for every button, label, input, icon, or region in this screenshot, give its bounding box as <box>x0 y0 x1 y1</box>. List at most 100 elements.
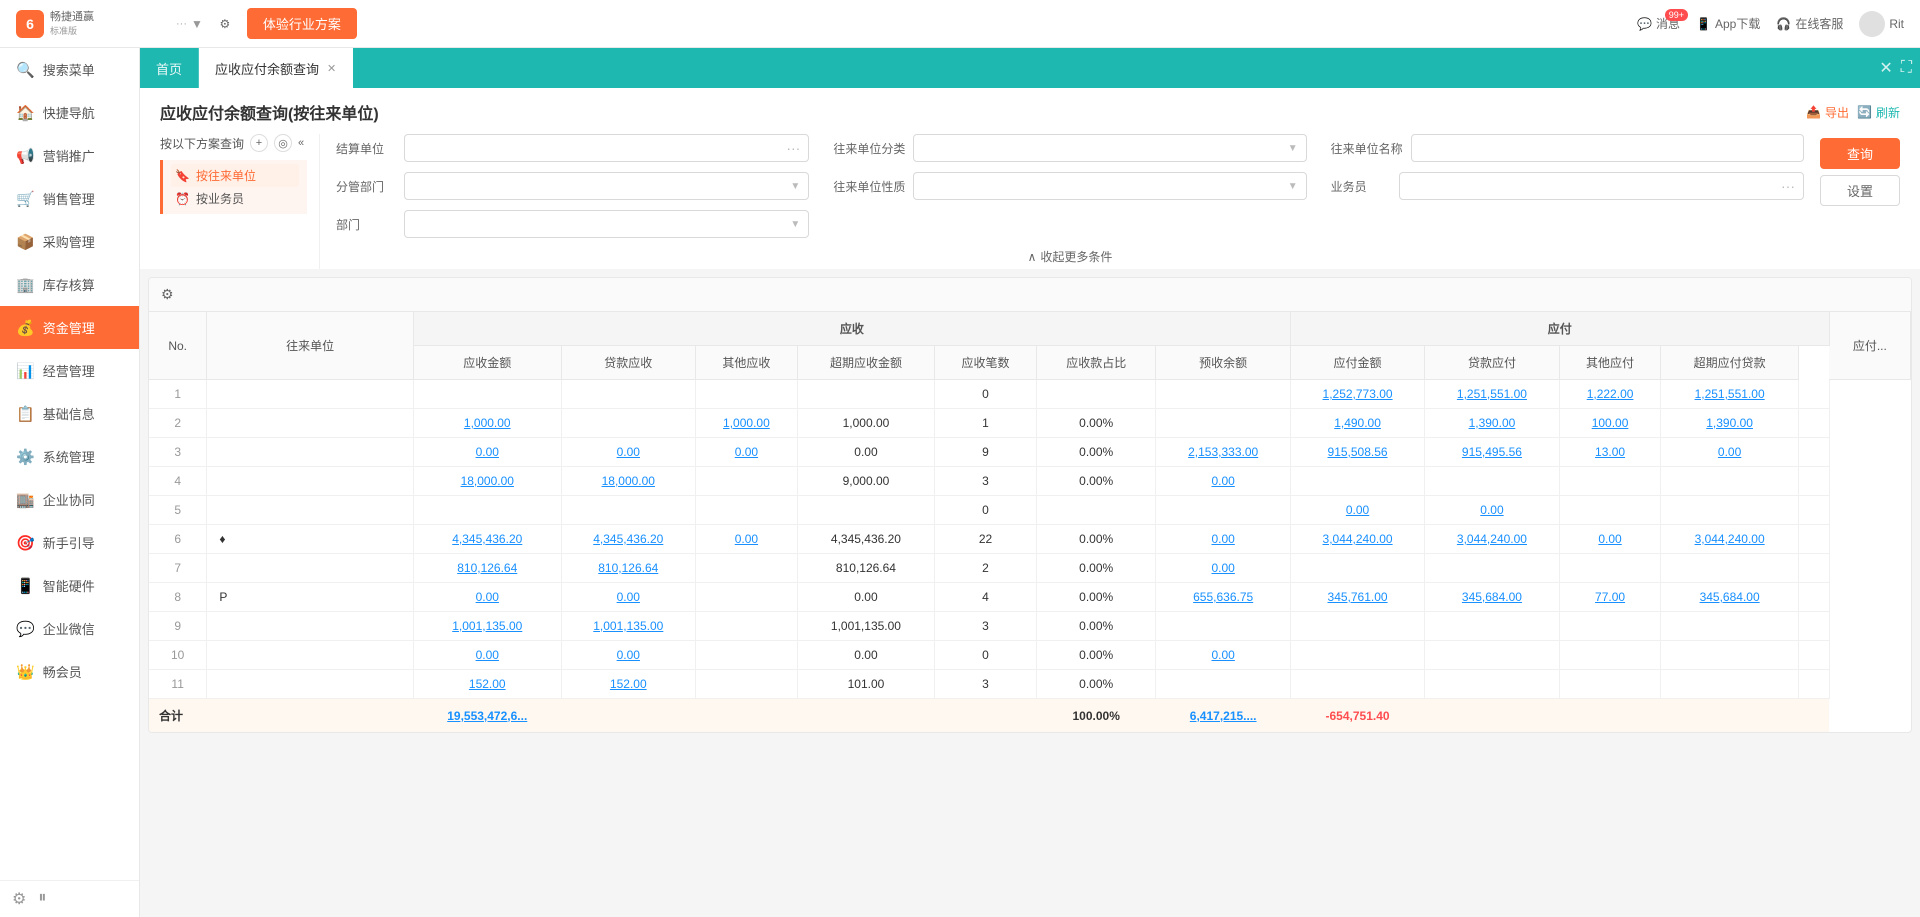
table-row: 21,000.001,000.001,000.0010.00%1,490.001… <box>149 409 1911 438</box>
sidebar-collapse-icon[interactable]: ⏸ <box>38 889 46 909</box>
chevron-down-icon: ▼ <box>1288 143 1298 154</box>
edit-scheme-button[interactable]: ◎ <box>274 134 292 152</box>
logo-text-group: 畅捷通赢 标准版 <box>50 10 94 37</box>
table-scroll[interactable]: No. 往来单位 应收 应付 应付... 应收金额 贷款应收 其他应收 超期应收… <box>149 312 1911 732</box>
refresh-button[interactable]: 🔄 刷新 <box>1857 104 1900 121</box>
setting-button[interactable]: 设置 <box>1820 175 1900 206</box>
logo-area: 6 畅捷通赢 标准版 <box>16 10 156 38</box>
sidebar-label: 销售管理 <box>43 189 95 208</box>
scheme-item-salesman[interactable]: ⏰ 按业务员 <box>171 187 299 210</box>
sidebar-item-sales[interactable]: 🛒 销售管理 <box>0 177 139 220</box>
app-download-button[interactable]: 📱 App下载 <box>1696 15 1760 32</box>
solution-button[interactable]: 体验行业方案 <box>247 8 357 39</box>
table-row: 418,000.0018,000.009,000.0030.00%0.00 <box>149 467 1911 496</box>
sidebar-item-enterprise[interactable]: 🏬 企业协同 <box>0 478 139 521</box>
tab-close-icon[interactable]: ✕ <box>327 62 336 75</box>
scheme-header: 按以下方案查询 + ◎ « <box>160 134 307 152</box>
dots-icon: ··· <box>786 140 800 156</box>
col-ar-group: 应收 <box>413 312 1290 346</box>
sidebar-gear-icon[interactable]: ⚙ <box>12 889 26 909</box>
user-area[interactable]: Rit <box>1859 11 1904 37</box>
table-row: 101,252,773.001,251,551.001,222.001,251,… <box>149 380 1911 409</box>
chevron-down-icon-2: ▼ <box>790 181 800 192</box>
table-row: 30.000.000.000.0090.00%2,153,333.00915,5… <box>149 438 1911 467</box>
sidebar-label: 经营管理 <box>43 361 95 380</box>
sidebar-item-inventory[interactable]: 🏢 库存核算 <box>0 263 139 306</box>
col-ap-group: 应付 <box>1290 312 1829 346</box>
sidebar-item-quick-nav[interactable]: 🏠 快捷导航 <box>0 91 139 134</box>
sidebar-item-basic-info[interactable]: 📋 基础信息 <box>0 392 139 435</box>
footer-ar-prepay[interactable]: 6,417,215.... <box>1156 699 1290 733</box>
partner-name-label: 往来单位名称 <box>1331 140 1403 157</box>
partner-name-input[interactable] <box>1411 134 1804 162</box>
settings-gear-icon[interactable]: ⚙ <box>211 10 239 38</box>
sidebar-item-purchase[interactable]: 📦 采购管理 <box>0 220 139 263</box>
field-dept-manager: 分管部门 ▼ <box>336 172 809 200</box>
messages-badge: 99+ <box>1665 9 1688 21</box>
partner-nature-label: 往来单位性质 <box>833 178 905 195</box>
sidebar-label: 企业协同 <box>43 490 95 509</box>
partner-nature-input[interactable]: ▼ <box>913 172 1306 200</box>
scheme-selector: 按以下方案查询 + ◎ « 🔖 按往来单位 ⏰ 按业务员 <box>160 134 320 269</box>
collapse-scheme-icon[interactable]: « <box>298 137 304 149</box>
col-ap-overdue: 超期应付贷款 <box>1661 346 1798 380</box>
dept-label: 部门 <box>336 216 396 233</box>
dots-icon-2: ··· <box>1781 178 1795 194</box>
scheme-item-partner[interactable]: 🔖 按往来单位 <box>171 164 299 187</box>
service-icon: 🎧 <box>1776 17 1791 31</box>
tab-close-all-icon[interactable]: ✕ <box>1879 58 1892 78</box>
header-nav: ··· ▼ ⚙ 体验行业方案 <box>156 8 1637 39</box>
sidebar-label: 企业微信 <box>43 619 95 638</box>
footer-ar-amount[interactable]: 19,553,472,6... <box>413 699 561 733</box>
export-button[interactable]: 📤 导出 <box>1806 104 1849 121</box>
dept-manager-input[interactable]: ▼ <box>404 172 809 200</box>
table-settings-icon[interactable]: ⚙ <box>161 286 174 303</box>
col-no: No. <box>149 312 207 380</box>
scheme-header-label: 按以下方案查询 <box>160 135 244 152</box>
sidebar-label: 畅会员 <box>43 662 82 681</box>
enterprise-icon: 🏬 <box>16 491 35 509</box>
app-badge: 标准版 <box>50 24 94 37</box>
sidebar-item-search-menu[interactable]: 🔍 搜索菜单 <box>0 48 139 91</box>
table-row: 500.000.00 <box>149 496 1911 525</box>
query-button[interactable]: 查询 <box>1820 138 1900 169</box>
table-row: 91,001,135.001,001,135.001,001,135.0030.… <box>149 612 1911 641</box>
sidebar-item-wechat[interactable]: 💬 企业微信 <box>0 607 139 650</box>
col-ap-amount: 应付金额 <box>1290 346 1424 380</box>
search-fields-area: 结算单位 ··· 往来单位分类 ▼ 往来单位名称 <box>336 134 1804 269</box>
sidebar-item-hardware[interactable]: 📱 智能硬件 <box>0 564 139 607</box>
tab-expand-icon[interactable]: ⛶ <box>1901 59 1912 77</box>
tab-ar-ap[interactable]: 应收应付余额查询 ✕ <box>199 48 353 88</box>
message-icon: 💬 <box>1637 17 1652 31</box>
sidebar-item-guide[interactable]: 🎯 新手引导 <box>0 521 139 564</box>
sidebar-item-marketing[interactable]: 📢 营销推广 <box>0 134 139 177</box>
sidebar-item-system[interactable]: ⚙️ 系统管理 <box>0 435 139 478</box>
tab-ar-ap-label: 应收应付余额查询 <box>215 59 319 78</box>
page-header: 应收应付余额查询(按往来单位) 📤 导出 🔄 刷新 <box>140 88 1920 124</box>
sidebar-label: 快捷导航 <box>43 103 95 122</box>
sidebar-item-member[interactable]: 👑 畅会员 <box>0 650 139 693</box>
search-icon: 🔍 <box>16 61 35 79</box>
table-toolbar: ⚙ <box>149 278 1911 312</box>
table-row: 100.000.000.0000.00%0.00 <box>149 641 1911 670</box>
tab-home[interactable]: 首页 <box>140 48 199 88</box>
messages-button[interactable]: 💬 消息 99+ <box>1637 15 1680 32</box>
dept-input[interactable]: ▼ <box>404 210 809 238</box>
partner-category-input[interactable]: ▼ <box>913 134 1306 162</box>
finance-icon: 💰 <box>16 319 35 337</box>
collapse-more-btn[interactable]: ∧ 收起更多条件 <box>336 244 1804 269</box>
header-right: 💬 消息 99+ 📱 App下载 🎧 在线客服 Rit <box>1637 11 1904 37</box>
sidebar-label: 智能硬件 <box>43 576 95 595</box>
add-scheme-button[interactable]: + <box>250 134 268 152</box>
sidebar-item-finance[interactable]: 💰 资金管理 <box>0 306 139 349</box>
table-row: 11152.00152.00101.0030.00% <box>149 670 1911 699</box>
settlement-unit-input[interactable]: ··· <box>404 134 809 162</box>
system-icon: ⚙️ <box>16 448 35 466</box>
online-service-button[interactable]: 🎧 在线客服 <box>1776 15 1843 32</box>
tab-bar-right: ✕ ⛶ <box>1871 48 1920 88</box>
sidebar-item-operations[interactable]: 📊 经营管理 <box>0 349 139 392</box>
salesman-input[interactable]: ··· <box>1399 172 1804 200</box>
app-logo-icon: 6 <box>16 10 44 38</box>
scheme-list: 🔖 按往来单位 ⏰ 按业务员 <box>160 160 307 214</box>
sidebar-label: 营销推广 <box>43 146 95 165</box>
